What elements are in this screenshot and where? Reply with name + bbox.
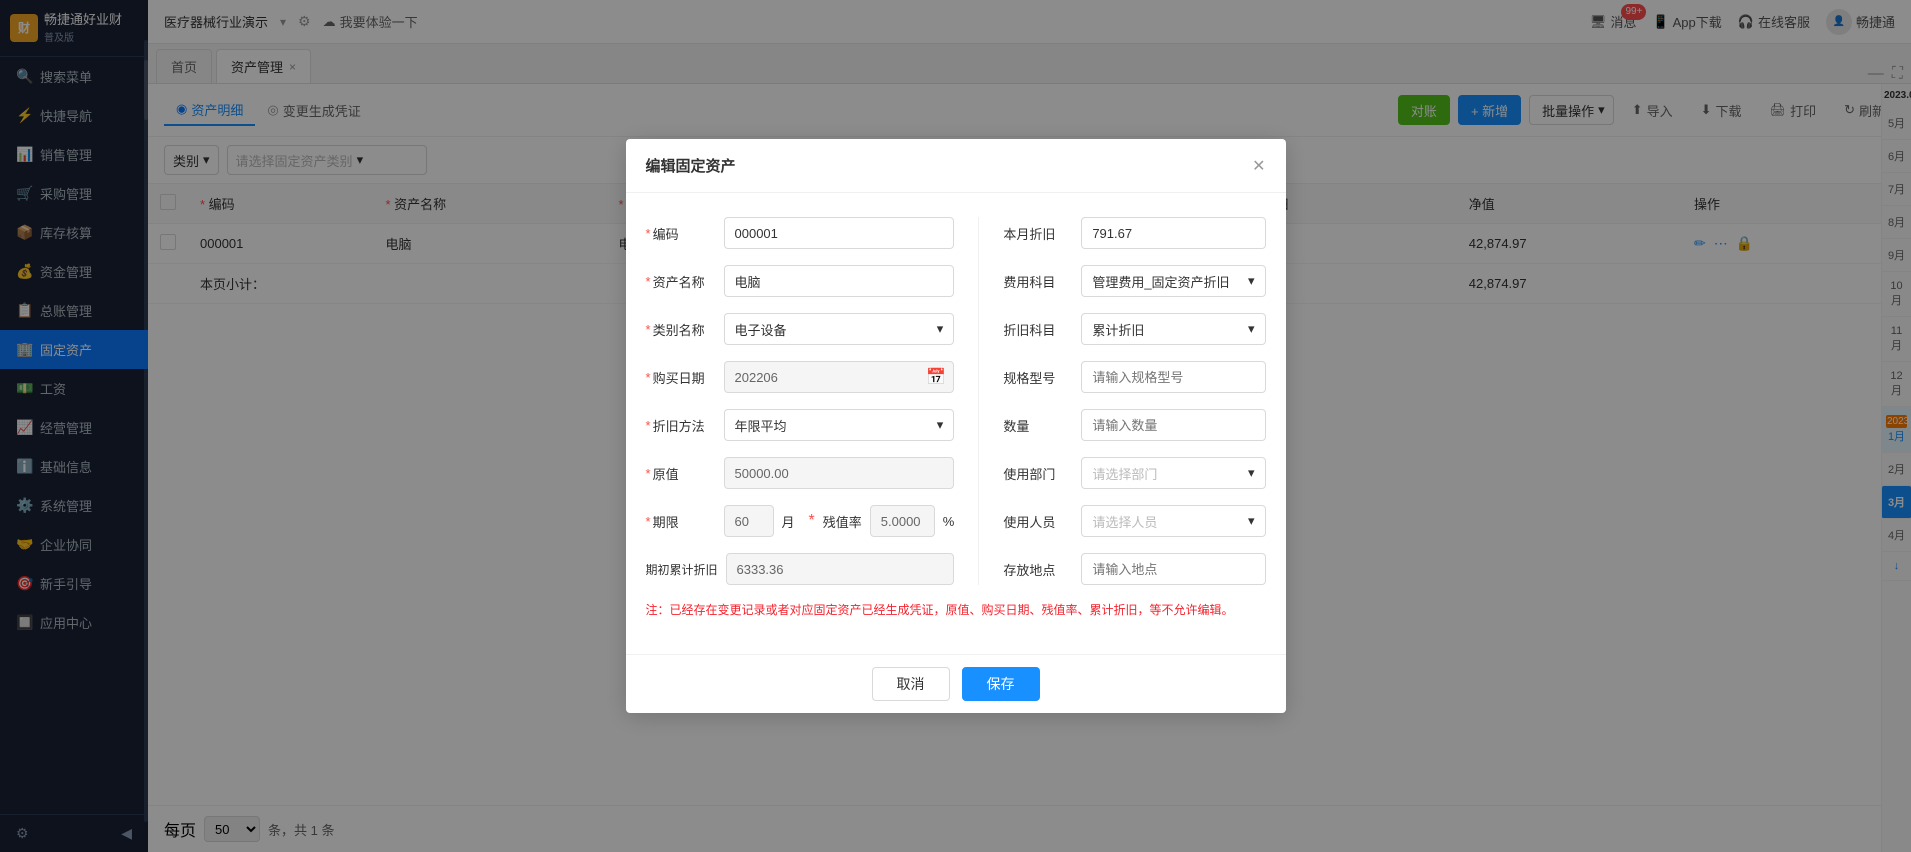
field-code: * 编码 <box>646 217 955 249</box>
category-value: 电子设备 <box>735 320 787 339</box>
location-label: 存放地点 <box>1003 560 1073 579</box>
field-expense-subject: 费用科目 管理费用_固定资产折旧 ▾ <box>1003 265 1265 297</box>
model-input[interactable] <box>1081 361 1265 393</box>
asset-name-input[interactable] <box>724 265 955 297</box>
expense-dropdown-icon: ▾ <box>1248 273 1255 289</box>
user-dropdown-icon: ▾ <box>1248 513 1255 529</box>
form-row-depr-subject: 折旧科目 累计折旧 ▾ <box>1003 313 1265 345</box>
save-button[interactable]: 保存 <box>962 667 1040 701</box>
field-department: 使用部门 请选择部门 ▾ <box>1003 457 1265 489</box>
field-depr-subject: 折旧科目 累计折旧 ▾ <box>1003 313 1265 345</box>
period-label: * 期限 <box>646 512 716 531</box>
asset-name-label: * 资产名称 <box>646 272 716 291</box>
expense-subject-value: 管理费用_固定资产折旧 <box>1092 272 1229 291</box>
department-select[interactable]: 请选择部门 ▾ <box>1081 457 1265 489</box>
residual-unit: % <box>943 514 955 529</box>
form-row-expense-subject: 费用科目 管理费用_固定资产折旧 ▾ <box>1003 265 1265 297</box>
model-label: 规格型号 <box>1003 368 1073 387</box>
residual-rate-input[interactable] <box>870 505 935 537</box>
form-row-asset-name: * 资产名称 <box>646 265 955 297</box>
form-row-depr-method: * 折旧方法 年限平均 ▾ <box>646 409 955 441</box>
modal-header: 编辑固定资产 ✕ <box>626 139 1286 193</box>
modal-overlay: 编辑固定资产 ✕ * 编码 <box>0 0 1911 852</box>
form-row-department: 使用部门 请选择部门 ▾ <box>1003 457 1265 489</box>
field-original-value: * 原值 <box>646 457 955 489</box>
depr-method-dropdown-icon: ▾ <box>937 417 944 433</box>
purchase-date-input[interactable] <box>724 361 955 393</box>
depr-subject-value: 累计折旧 <box>1092 320 1144 339</box>
field-location: 存放地点 <box>1003 553 1265 585</box>
depr-subject-dropdown-icon: ▾ <box>1248 321 1255 337</box>
department-label: 使用部门 <box>1003 464 1073 483</box>
form-row-location: 存放地点 <box>1003 553 1265 585</box>
modal-title: 编辑固定资产 <box>646 155 736 176</box>
field-category: * 类别名称 电子设备 ▾ <box>646 313 955 345</box>
quantity-label: 数量 <box>1003 416 1073 435</box>
category-name-label: * 类别名称 <box>646 320 716 339</box>
field-initial-depr: 期初累计折旧 <box>646 553 955 585</box>
residual-star: * <box>809 512 815 530</box>
form-row-monthly-depr: 本月折旧 <box>1003 217 1265 249</box>
depr-method-value: 年限平均 <box>735 416 787 435</box>
purchase-date-label: * 购买日期 <box>646 368 716 387</box>
location-input[interactable] <box>1081 553 1265 585</box>
form-row-purchase-date: * 购买日期 📅 <box>646 361 955 393</box>
calendar-icon[interactable]: 📅 <box>926 367 946 387</box>
field-quantity: 数量 <box>1003 409 1265 441</box>
user-label: 使用人员 <box>1003 512 1073 531</box>
form-row-category: * 类别名称 电子设备 ▾ <box>646 313 955 345</box>
period-unit: 月 <box>782 512 795 531</box>
modal-body: * 编码 * 资产名称 <box>626 193 1286 654</box>
depr-method-label: * 折旧方法 <box>646 416 716 435</box>
initial-depr-input[interactable] <box>726 553 955 585</box>
department-placeholder: 请选择部门 <box>1092 464 1157 483</box>
quantity-input[interactable] <box>1081 409 1265 441</box>
user-select[interactable]: 请选择人员 ▾ <box>1081 505 1265 537</box>
monthly-depr-input[interactable] <box>1081 217 1265 249</box>
depr-subject-label: 折旧科目 <box>1003 320 1073 339</box>
period-input[interactable] <box>724 505 774 537</box>
form-row-quantity: 数量 <box>1003 409 1265 441</box>
field-model: 规格型号 <box>1003 361 1265 393</box>
form-row-code: * 编码 <box>646 217 955 249</box>
modal-divider <box>978 217 979 585</box>
field-asset-name: * 资产名称 <box>646 265 955 297</box>
field-user: 使用人员 请选择人员 ▾ <box>1003 505 1265 537</box>
residual-label: 残值率 <box>823 512 862 531</box>
modal-close-icon[interactable]: ✕ <box>1252 156 1265 176</box>
form-row-user: 使用人员 请选择人员 ▾ <box>1003 505 1265 537</box>
depr-method-select[interactable]: 年限平均 ▾ <box>724 409 955 441</box>
expense-subject-select[interactable]: 管理费用_固定资产折旧 ▾ <box>1081 265 1265 297</box>
modal-note: 注：已经存在变更记录或者对应固定资产已经生成凭证，原值、购买日期、残值率、累计折… <box>646 601 1266 630</box>
initial-depr-label: 期初累计折旧 <box>646 561 718 578</box>
depr-subject-select[interactable]: 累计折旧 ▾ <box>1081 313 1265 345</box>
modal-left-col: * 编码 * 资产名称 <box>646 217 955 585</box>
original-value-input[interactable] <box>724 457 955 489</box>
original-value-label: * 原值 <box>646 464 716 483</box>
field-period: * 期限 月 * 残值率 % <box>646 505 955 537</box>
field-monthly-depr: 本月折旧 <box>1003 217 1265 249</box>
expense-subject-label: 费用科目 <box>1003 272 1073 291</box>
user-placeholder: 请选择人员 <box>1092 512 1157 531</box>
category-dropdown-icon: ▾ <box>937 321 944 337</box>
edit-asset-modal: 编辑固定资产 ✕ * 编码 <box>626 139 1286 713</box>
form-row-period: * 期限 月 * 残值率 % <box>646 505 955 537</box>
department-dropdown-icon: ▾ <box>1248 465 1255 481</box>
code-label: * 编码 <box>646 224 716 243</box>
field-depr-method: * 折旧方法 年限平均 ▾ <box>646 409 955 441</box>
form-row-model: 规格型号 <box>1003 361 1265 393</box>
code-input[interactable] <box>724 217 955 249</box>
modal-right-col: 本月折旧 费用科目 管理费用_固定资产折旧 ▾ <box>1003 217 1265 585</box>
form-row-original-value: * 原值 <box>646 457 955 489</box>
field-purchase-date: * 购买日期 📅 <box>646 361 955 393</box>
monthly-depr-label: 本月折旧 <box>1003 224 1073 243</box>
category-select[interactable]: 电子设备 ▾ <box>724 313 955 345</box>
modal-footer: 取消 保存 <box>626 654 1286 713</box>
cancel-button[interactable]: 取消 <box>872 667 950 701</box>
form-row-initial-depr: 期初累计折旧 <box>646 553 955 585</box>
modal-form-columns: * 编码 * 资产名称 <box>646 217 1266 585</box>
